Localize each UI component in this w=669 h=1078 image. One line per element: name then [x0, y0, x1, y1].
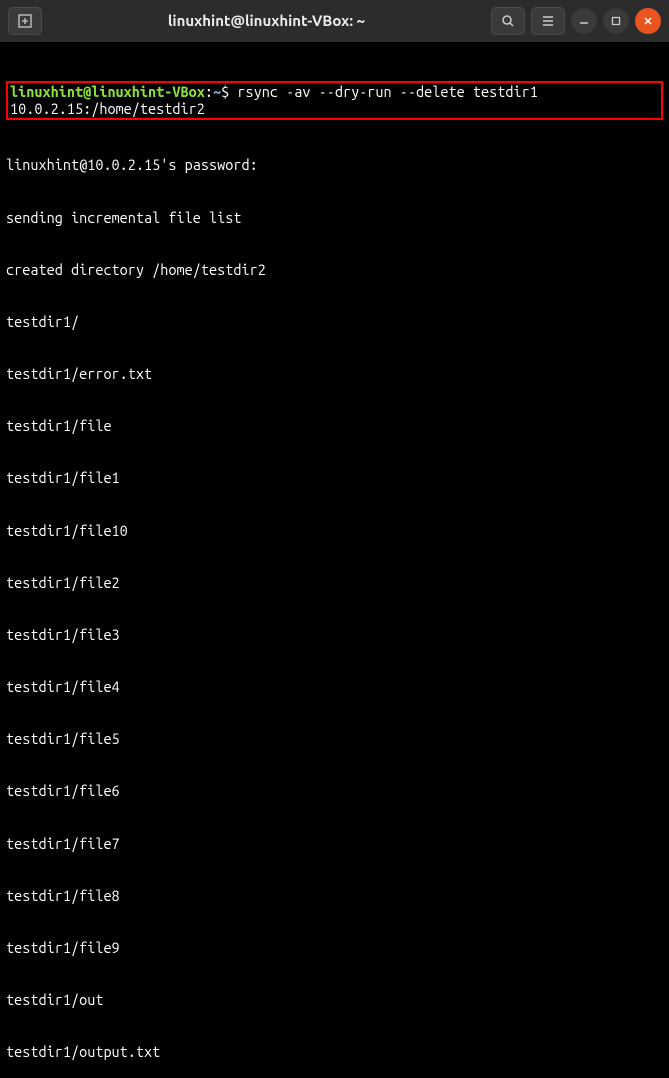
close-button[interactable]: [635, 8, 661, 34]
output-line: testdir1/file6: [6, 782, 663, 799]
output-line: testdir1/: [6, 313, 663, 330]
search-button[interactable]: [491, 7, 525, 35]
output-line: testdir1/file: [6, 417, 663, 434]
window-title: linuxhint@linuxhint-VBox: ~: [50, 12, 483, 30]
output-line: linuxhint@10.0.2.15's password:: [6, 156, 663, 173]
output-line: testdir1/output.txt: [6, 1043, 663, 1060]
command-highlight: linuxhint@linuxhint-VBox:~$ rsync -av --…: [6, 81, 663, 120]
prompt-user: linuxhint@linuxhint-VBox: [10, 83, 205, 100]
output-line: testdir1/file8: [6, 887, 663, 904]
output-line: sending incremental file list: [6, 209, 663, 226]
prompt-sep: :: [205, 83, 213, 100]
titlebar-right: [491, 7, 661, 35]
maximize-icon: [611, 16, 621, 26]
menu-button[interactable]: [531, 7, 565, 35]
output-line: testdir1/out: [6, 991, 663, 1008]
search-icon: [501, 14, 515, 28]
output-line: testdir1/file3: [6, 626, 663, 643]
output-line: testdir1/error.txt: [6, 365, 663, 382]
output-line: testdir1/file5: [6, 730, 663, 747]
new-tab-icon: [18, 14, 32, 28]
new-tab-button[interactable]: [8, 7, 42, 35]
hamburger-icon: [541, 14, 555, 28]
output-line: testdir1/file4: [6, 678, 663, 695]
output-line: testdir1/file2: [6, 574, 663, 591]
minimize-button[interactable]: [571, 8, 597, 34]
output-line: testdir1/file7: [6, 835, 663, 852]
output-line: created directory /home/testdir2: [6, 261, 663, 278]
titlebar-left: [8, 7, 42, 35]
window-titlebar: linuxhint@linuxhint-VBox: ~: [0, 0, 669, 42]
output-line: testdir1/file10: [6, 522, 663, 539]
terminal-area[interactable]: linuxhint@linuxhint-VBox:~$ rsync -av --…: [0, 42, 669, 1078]
output-line: testdir1/file1: [6, 469, 663, 486]
close-icon: [643, 16, 653, 26]
maximize-button[interactable]: [603, 8, 629, 34]
output-line: testdir1/file9: [6, 939, 663, 956]
prompt-path: ~: [213, 83, 221, 100]
minimize-icon: [579, 16, 589, 26]
